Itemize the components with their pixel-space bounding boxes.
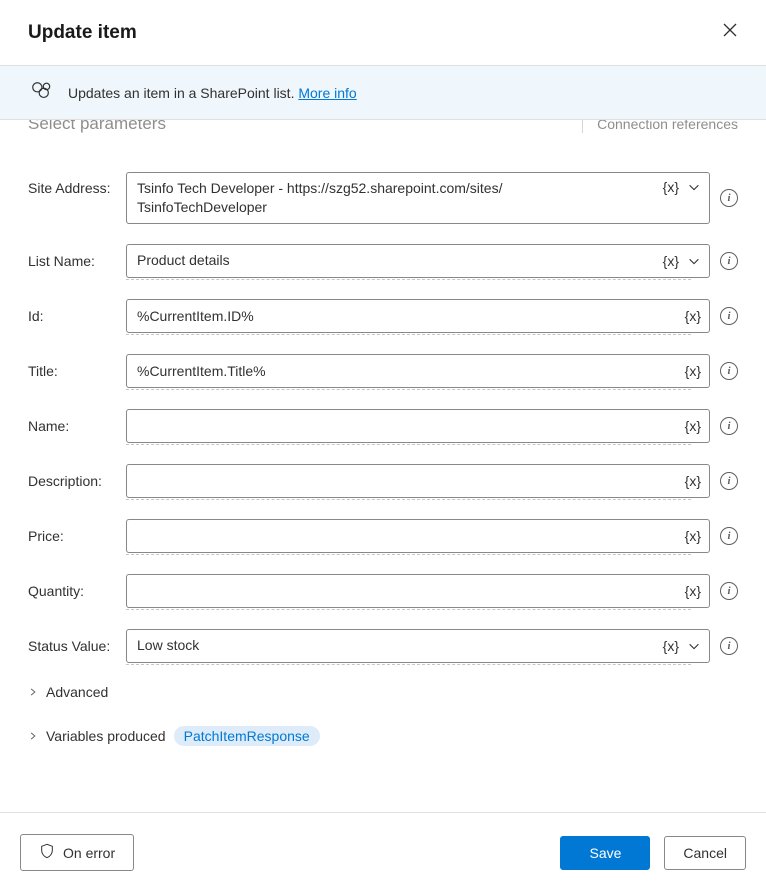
dashed-separator	[126, 499, 691, 500]
info-icon[interactable]: i	[720, 189, 738, 207]
input-id[interactable]	[137, 301, 677, 331]
field-description[interactable]: {x}	[126, 464, 710, 498]
dialog-footer: On error Save Cancel	[0, 812, 766, 892]
input-quantity[interactable]	[137, 576, 677, 606]
row-price: Price: {x} i	[28, 519, 738, 553]
field-quantity[interactable]: {x}	[126, 574, 710, 608]
variable-token-button[interactable]: {x}	[663, 179, 679, 195]
label-quantity: Quantity:	[28, 583, 126, 599]
variable-token-button[interactable]: {x}	[685, 473, 701, 489]
field-list-name[interactable]: Product details {x}	[126, 244, 710, 278]
chevron-right-icon	[28, 728, 38, 744]
variable-token-button[interactable]: {x}	[663, 638, 679, 654]
label-site-address: Site Address:	[28, 172, 126, 196]
save-button[interactable]: Save	[560, 836, 650, 870]
info-icon[interactable]: i	[720, 637, 738, 655]
label-name: Name:	[28, 418, 126, 434]
info-banner: Updates an item in a SharePoint list. Mo…	[0, 65, 766, 120]
input-description[interactable]	[137, 466, 677, 496]
variable-pill[interactable]: PatchItemResponse	[174, 726, 320, 746]
dashed-separator	[126, 279, 691, 280]
dropdown-chevron[interactable]	[687, 180, 701, 194]
label-id: Id:	[28, 308, 126, 324]
sharepoint-icon	[30, 80, 52, 105]
row-status-value: Status Value: Low stock {x} i	[28, 629, 738, 663]
info-icon[interactable]: i	[720, 362, 738, 380]
cancel-label: Cancel	[683, 845, 727, 861]
variable-token-button[interactable]: {x}	[685, 583, 701, 599]
field-price[interactable]: {x}	[126, 519, 710, 553]
close-icon	[722, 22, 738, 38]
dashed-separator	[126, 664, 691, 665]
field-id[interactable]: {x}	[126, 299, 710, 333]
info-icon[interactable]: i	[720, 307, 738, 325]
row-quantity: Quantity: {x} i	[28, 574, 738, 608]
row-site-address: Site Address: Tsinfo Tech Developer - ht…	[28, 172, 738, 224]
value-status-value: Low stock	[137, 636, 655, 655]
info-icon[interactable]: i	[720, 472, 738, 490]
variables-produced-label: Variables produced	[46, 728, 166, 744]
field-title[interactable]: {x}	[126, 354, 710, 388]
advanced-label: Advanced	[46, 684, 108, 700]
dashed-separator	[126, 444, 691, 445]
variables-produced-expander[interactable]: Variables produced PatchItemResponse	[28, 726, 738, 746]
label-price: Price:	[28, 528, 126, 544]
input-name[interactable]	[137, 411, 677, 441]
content-area: Select parameters Connection references …	[0, 120, 766, 800]
row-id: Id: {x} i	[28, 299, 738, 333]
input-title[interactable]	[137, 356, 677, 386]
section-title: Select parameters	[28, 120, 166, 134]
section-header-cutoff: Select parameters Connection references	[28, 120, 738, 134]
info-icon[interactable]: i	[720, 252, 738, 270]
chevron-down-icon	[687, 180, 701, 194]
value-site-address: Tsinfo Tech Developer - https://szg52.sh…	[137, 179, 655, 217]
info-icon[interactable]: i	[720, 417, 738, 435]
label-list-name: List Name:	[28, 253, 126, 269]
row-description: Description: {x} i	[28, 464, 738, 498]
label-status-value: Status Value:	[28, 638, 126, 654]
label-description: Description:	[28, 473, 126, 489]
on-error-button[interactable]: On error	[20, 834, 134, 871]
dialog-header: Update item	[0, 0, 766, 65]
row-title: Title: {x} i	[28, 354, 738, 388]
chevron-right-icon	[28, 684, 38, 700]
info-icon[interactable]: i	[720, 527, 738, 545]
cancel-button[interactable]: Cancel	[664, 836, 746, 870]
chevron-down-icon	[687, 639, 701, 653]
save-label: Save	[589, 845, 621, 861]
shield-icon	[39, 843, 55, 862]
variable-token-button[interactable]: {x}	[685, 418, 701, 434]
input-price[interactable]	[137, 521, 677, 551]
dashed-separator	[126, 554, 691, 555]
chevron-down-icon	[687, 254, 701, 268]
dashed-separator	[126, 334, 691, 335]
info-icon[interactable]: i	[720, 582, 738, 600]
variable-token-button[interactable]: {x}	[685, 528, 701, 544]
field-site-address[interactable]: Tsinfo Tech Developer - https://szg52.sh…	[126, 172, 710, 224]
dialog-title: Update item	[28, 22, 137, 44]
variable-token-button[interactable]: {x}	[685, 363, 701, 379]
close-button[interactable]	[718, 18, 742, 47]
variable-token-button[interactable]: {x}	[685, 308, 701, 324]
dropdown-chevron[interactable]	[687, 254, 701, 268]
row-name: Name: {x} i	[28, 409, 738, 443]
advanced-expander[interactable]: Advanced	[28, 684, 738, 700]
dropdown-chevron[interactable]	[687, 639, 701, 653]
dashed-separator	[126, 389, 691, 390]
variable-token-button[interactable]: {x}	[663, 253, 679, 269]
field-status-value[interactable]: Low stock {x}	[126, 629, 710, 663]
banner-text: Updates an item in a SharePoint list. Mo…	[68, 85, 357, 101]
dashed-separator	[126, 609, 691, 610]
parameters-form: Site Address: Tsinfo Tech Developer - ht…	[28, 172, 738, 746]
separator	[582, 120, 583, 133]
row-list-name: List Name: Product details {x} i	[28, 244, 738, 278]
label-title: Title:	[28, 363, 126, 379]
value-list-name: Product details	[137, 251, 655, 270]
field-name[interactable]: {x}	[126, 409, 710, 443]
on-error-label: On error	[63, 845, 115, 861]
connection-references-label: Connection references	[597, 120, 738, 132]
more-info-link[interactable]: More info	[298, 85, 356, 101]
